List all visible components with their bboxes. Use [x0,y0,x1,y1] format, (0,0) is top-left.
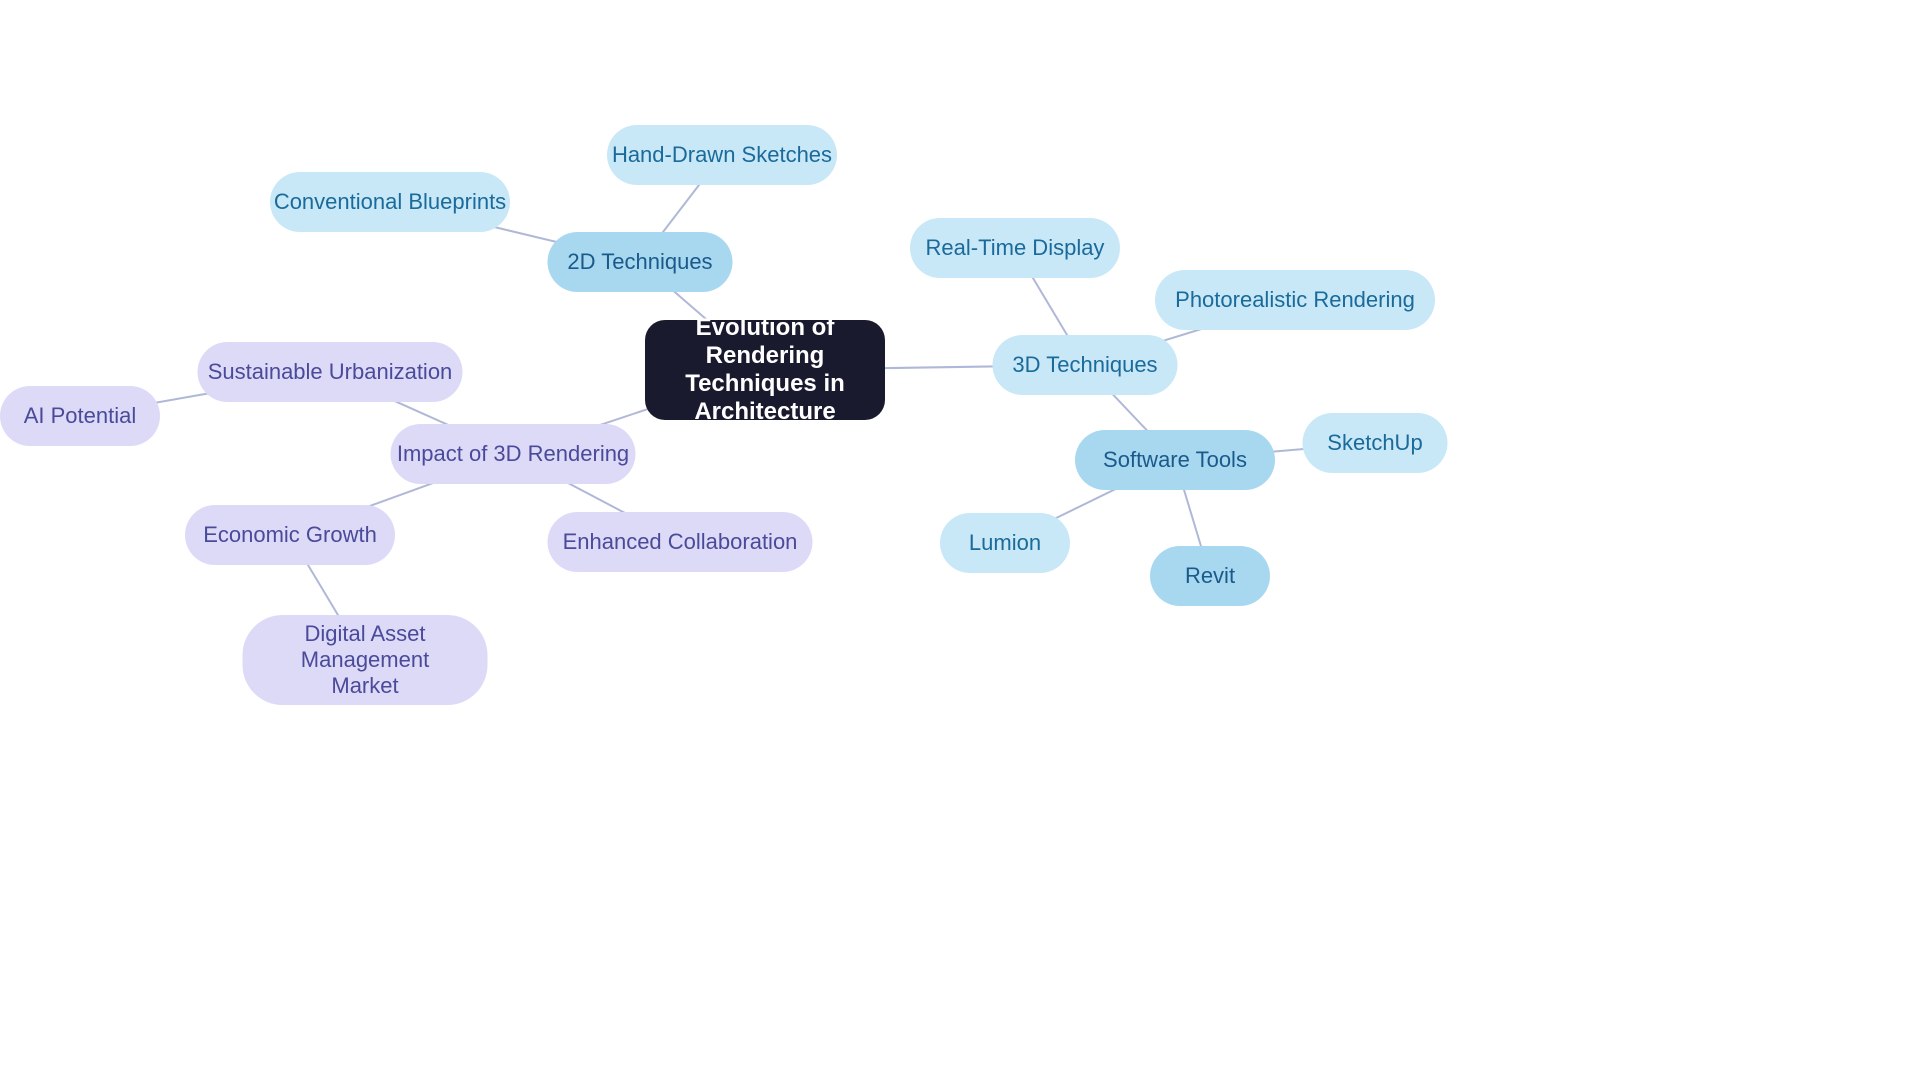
mind-map: Evolution of Rendering Techniques in Arc… [0,0,1920,1083]
node-sketchup[interactable]: SketchUp [1303,413,1448,473]
node-digital-asset[interactable]: Digital Asset Management Market [243,615,488,705]
node-revit[interactable]: Revit [1150,546,1270,606]
node-economic[interactable]: Economic Growth [185,505,395,565]
node-3d-techniques[interactable]: 3D Techniques [993,335,1178,395]
node-photorealistic[interactable]: Photorealistic Rendering [1155,270,1435,330]
node-enhanced[interactable]: Enhanced Collaboration [548,512,813,572]
node-lumion[interactable]: Lumion [940,513,1070,573]
node-sustainable[interactable]: Sustainable Urbanization [198,342,463,402]
node-software-tools[interactable]: Software Tools [1075,430,1275,490]
node-ai-potential[interactable]: AI Potential [0,386,160,446]
node-impact[interactable]: Impact of 3D Rendering [391,424,636,484]
node-real-time[interactable]: Real-Time Display [910,218,1120,278]
node-hand-drawn[interactable]: Hand-Drawn Sketches [607,125,837,185]
node-conventional[interactable]: Conventional Blueprints [270,172,510,232]
center-node[interactable]: Evolution of Rendering Techniques in Arc… [645,320,885,420]
node-2d-techniques[interactable]: 2D Techniques [548,232,733,292]
